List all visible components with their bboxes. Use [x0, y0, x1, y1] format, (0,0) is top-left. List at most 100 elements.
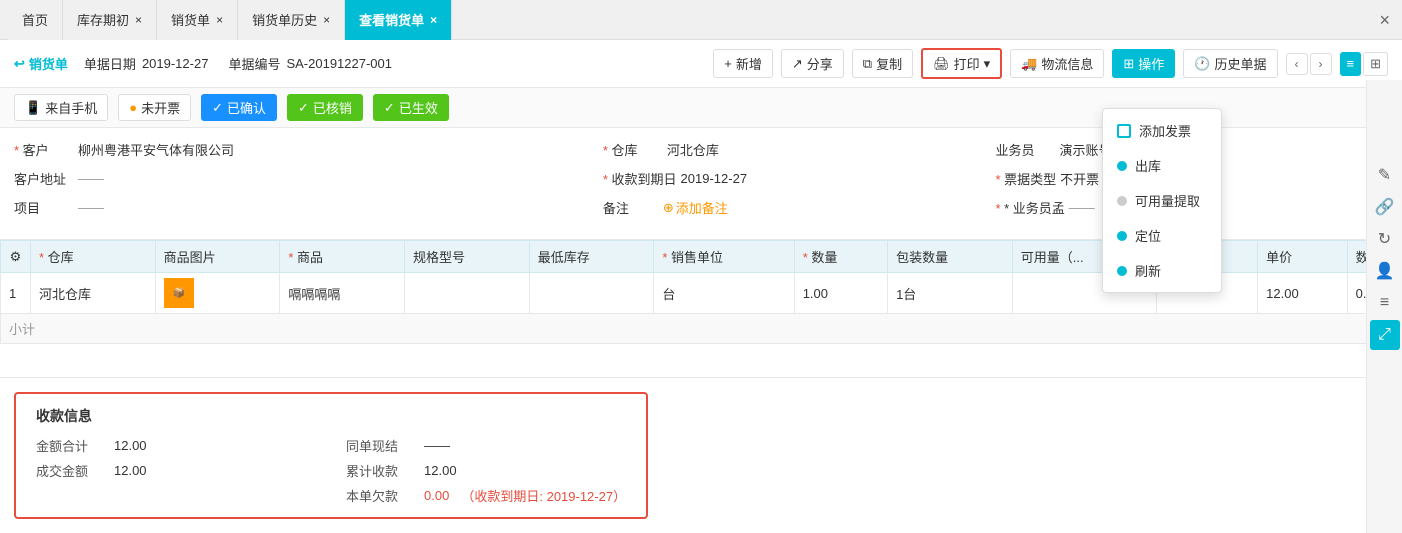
operate-button[interactable]: ⊞ 操作	[1112, 49, 1175, 78]
close-sales-tab[interactable]: ×	[216, 13, 223, 27]
sidebar-list-icon[interactable]: ≡	[1370, 288, 1400, 318]
payment-date-label: 收款到期日	[603, 169, 677, 188]
warehouse-value: 河北仓库	[667, 140, 719, 159]
subtotal-row: 小计	[1, 314, 1402, 344]
document-meta: 单据日期 2019-12-27 单据编号 SA-20191227-001	[84, 54, 697, 73]
cancelled-btn[interactable]: ✓ 已核销	[287, 94, 363, 121]
balance-note: （收款到期日: 2019-12-27）	[461, 486, 626, 505]
payment-info-box: 收款信息 金额合计 12.00 同单现结 —— 成交金额 12.00	[14, 392, 648, 519]
tab-home[interactable]: 首页	[8, 0, 63, 40]
refresh-dot-icon	[1117, 266, 1127, 276]
document-type: ↩ 销货单	[14, 54, 68, 73]
row-pack-qty: 1台	[888, 273, 1013, 314]
tab-sales[interactable]: 销货单 ×	[157, 0, 238, 40]
available-dot-icon	[1117, 196, 1127, 206]
copy-button[interactable]: ⧉ 复制	[852, 49, 913, 78]
note-label: 备注	[603, 198, 663, 217]
total-value: 12.00	[114, 438, 147, 453]
tab-inventory[interactable]: 库存期初 ×	[63, 0, 157, 40]
next-arrow[interactable]: ›	[1310, 53, 1332, 75]
row-price: 12.00	[1258, 273, 1348, 314]
close-view-tab[interactable]: ×	[430, 13, 437, 27]
tab-view-sales[interactable]: 查看销货单 ×	[345, 0, 452, 40]
ticket-value: 不开票	[1060, 169, 1099, 188]
sidebar-edit-icon[interactable]: ✎	[1370, 160, 1400, 190]
truck-icon: 🚚	[1021, 56, 1037, 72]
same-order-row: 同单现结 ——	[346, 436, 626, 455]
menu-available-qty[interactable]: 可用量提取	[1103, 183, 1221, 218]
col-product: * 商品	[280, 241, 405, 273]
customer-field: 客户 柳州粤港平安气体有限公司	[14, 140, 603, 159]
payment-date-value: 2019-12-27	[681, 171, 748, 186]
history-icon: 🕐	[1194, 56, 1210, 72]
menu-outbound[interactable]: 出库	[1103, 148, 1221, 183]
document-actions: + 新增 ↗ 分享 ⧉ 复制 🖨 打印 ▾ 🚚 物流	[713, 48, 1388, 79]
balance-value: 0.00	[424, 488, 449, 503]
customer-value: 柳州粤港平安气体有限公司	[78, 140, 234, 159]
number-field: 单据编号 SA-20191227-001	[228, 54, 392, 73]
operate-dropdown: 添加发票 出库 可用量提取 定位 刷新	[1102, 108, 1222, 293]
address-field: 客户地址 ——	[14, 169, 603, 188]
row-product-img: 📦	[155, 273, 280, 314]
payment-date-field: 收款到期日 2019-12-27	[603, 169, 996, 188]
from-phone-btn[interactable]: 📱 来自手机	[14, 94, 108, 121]
grid-view-btn[interactable]: ⊞	[1363, 52, 1388, 76]
sidebar-user-icon[interactable]: 👤	[1370, 256, 1400, 286]
confirmed-btn[interactable]: ✓ 已确认	[201, 94, 277, 121]
date-field: 单据日期 2019-12-27	[84, 54, 209, 73]
list-view-btn[interactable]: ≡	[1340, 52, 1362, 76]
history-button[interactable]: 🕐 历史单据	[1183, 49, 1277, 78]
effective-btn[interactable]: ✓ 已生效	[373, 94, 449, 121]
salesperson-value: ——	[1069, 200, 1095, 215]
outbound-dot-icon	[1117, 161, 1127, 171]
close-inventory-tab[interactable]: ×	[135, 13, 142, 27]
total-row: 金额合计 12.00	[36, 436, 316, 455]
customer-label: 客户	[14, 140, 74, 159]
payment-grid: 金额合计 12.00 同单现结 —— 成交金额 12.00 累计收款 12.00	[36, 436, 626, 505]
menu-refresh[interactable]: 刷新	[1103, 253, 1221, 288]
col-gear: ⚙	[1, 241, 31, 273]
add-button[interactable]: + 新增	[713, 49, 773, 78]
row-num: 1	[1, 273, 31, 314]
subtotal-label: 小计	[1, 314, 1402, 344]
sidebar-expand-icon[interactable]: ⤢	[1370, 320, 1400, 350]
window-close-button[interactable]: ×	[1379, 10, 1390, 31]
same-order-label: 同单现结	[346, 436, 416, 455]
transaction-label: 成交金额	[36, 461, 106, 480]
right-sidebar: ✎ 🔗 ↻ 👤 ≡ ⤢	[1366, 80, 1402, 533]
menu-locate[interactable]: 定位	[1103, 218, 1221, 253]
plus-icon: +	[724, 56, 732, 71]
menu-add-invoice[interactable]: 添加发票	[1103, 113, 1221, 148]
col-product-img: 商品图片	[155, 241, 280, 273]
check-icon: ✓	[212, 100, 223, 116]
sidebar-link-icon[interactable]: 🔗	[1370, 192, 1400, 222]
not-opened-btn[interactable]: ● 未开票	[118, 94, 191, 121]
view-toggle: ≡ ⊞	[1340, 52, 1389, 76]
cumulative-row: 累计收款 12.00	[346, 461, 626, 480]
sidebar-refresh-icon[interactable]: ↻	[1370, 224, 1400, 254]
note-field: 备注 ⊕ 添加备注	[603, 198, 996, 217]
print-button[interactable]: 🖨 打印 ▾	[921, 48, 1002, 79]
employee-label: 业务员	[995, 140, 1055, 159]
check2-icon: ✓	[298, 100, 309, 116]
logistics-button[interactable]: 🚚 物流信息	[1010, 49, 1104, 78]
share-button[interactable]: ↗ 分享	[781, 49, 844, 78]
plus-note-icon: ⊕	[663, 200, 674, 216]
row-unit: 台	[654, 273, 794, 314]
close-history-tab[interactable]: ×	[323, 13, 330, 27]
doc-icon: ↩	[14, 56, 25, 72]
add-note-btn[interactable]: ⊕ 添加备注	[663, 198, 728, 217]
bottom-panel: 收款信息 金额合计 12.00 同单现结 —— 成交金额 12.00	[0, 377, 1402, 533]
row-product: 嗝嗝嗝嗝	[280, 273, 405, 314]
cumulative-label: 累计收款	[346, 461, 416, 480]
row-min-stock	[529, 273, 654, 314]
col-price: 单价	[1258, 241, 1348, 273]
balance-row: 本单欠款 0.00 （收款到期日: 2019-12-27）	[346, 486, 626, 505]
col-spec: 规格型号	[405, 241, 530, 273]
col-min-stock: 最低库存	[529, 241, 654, 273]
prev-arrow[interactable]: ‹	[1286, 53, 1308, 75]
tab-sales-history[interactable]: 销货单历史 ×	[238, 0, 345, 40]
invoice-icon	[1117, 124, 1131, 138]
col-warehouse: * 仓库	[31, 241, 156, 273]
address-label: 客户地址	[14, 169, 74, 188]
